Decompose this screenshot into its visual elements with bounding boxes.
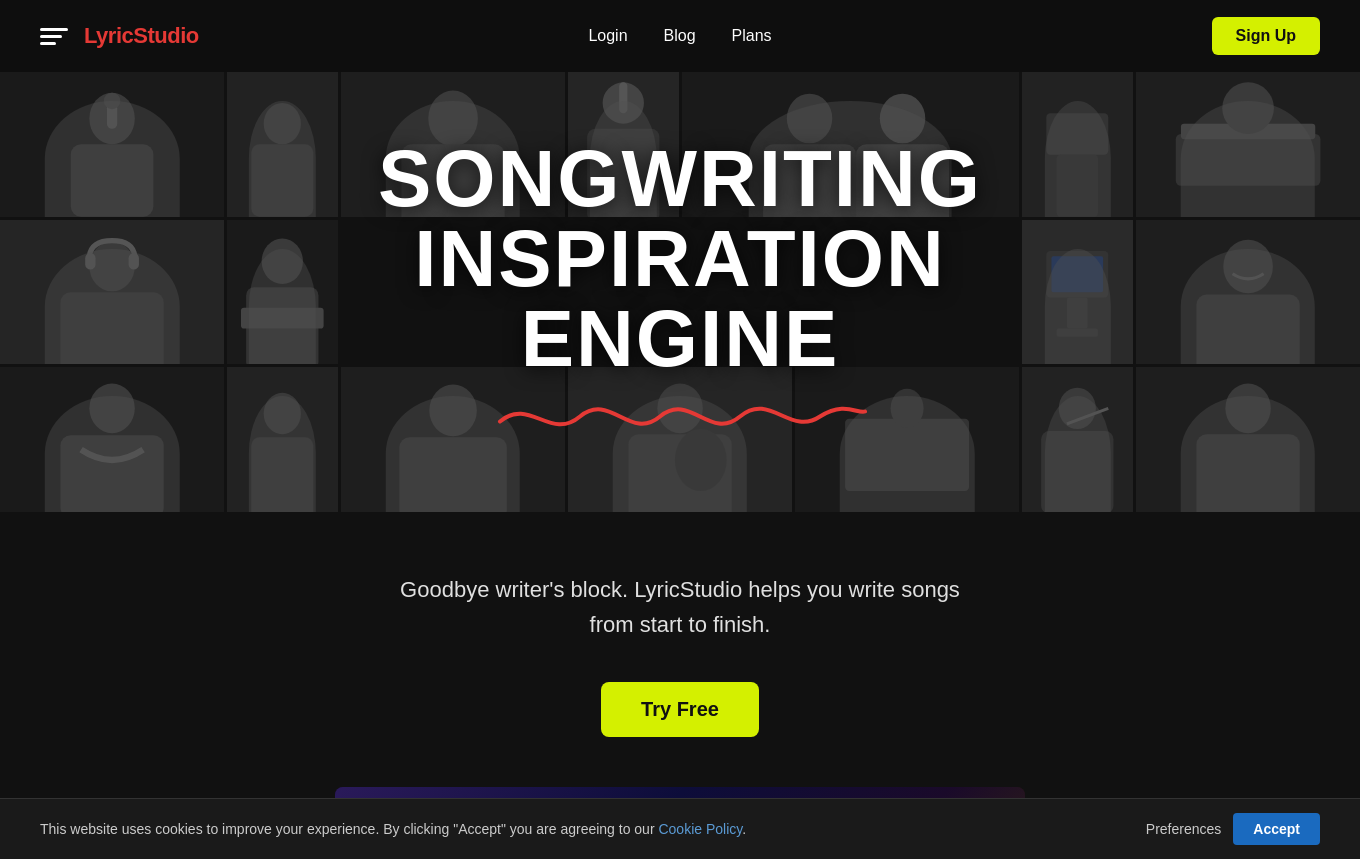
svg-rect-26: [241, 307, 324, 328]
photo-grid: [0, 72, 1360, 512]
svg-rect-12: [763, 144, 856, 216]
photo-cell: [0, 72, 224, 217]
cookie-policy-link[interactable]: Cookie Policy: [658, 821, 742, 837]
photo-cell: [0, 367, 224, 512]
svg-rect-23: [129, 253, 139, 270]
svg-point-48: [1225, 384, 1270, 434]
photo-cell-right1: [1022, 220, 1133, 365]
svg-rect-14: [856, 144, 949, 216]
navbar-brand: LyricStudio: [40, 23, 199, 49]
svg-point-44: [891, 389, 924, 428]
svg-rect-17: [1176, 134, 1321, 186]
photo-cell: [341, 367, 565, 512]
svg-rect-30: [1057, 328, 1098, 336]
photo-cell: [1022, 367, 1133, 512]
svg-rect-22: [85, 253, 95, 270]
svg-point-19: [1222, 82, 1274, 134]
svg-point-41: [675, 429, 727, 491]
svg-rect-42: [845, 419, 969, 491]
photo-cell: [0, 220, 224, 365]
svg-rect-1: [71, 144, 154, 216]
svg-point-33: [89, 384, 134, 434]
svg-point-24: [262, 238, 303, 283]
svg-rect-32: [1196, 294, 1299, 364]
svg-point-13: [879, 94, 924, 144]
navbar-right: Sign Up: [1212, 17, 1320, 55]
signup-button[interactable]: Sign Up: [1212, 17, 1320, 55]
svg-point-6: [428, 91, 478, 147]
svg-rect-21: [60, 292, 163, 364]
photo-cell: [568, 72, 679, 217]
svg-rect-16: [1057, 155, 1098, 217]
svg-rect-40: [628, 434, 731, 512]
photo-cell: [1136, 72, 1360, 217]
svg-point-31: [1223, 239, 1273, 293]
cookie-text: This website uses cookies to improve you…: [40, 821, 1106, 837]
svg-point-0: [89, 93, 134, 145]
svg-point-37: [429, 385, 477, 437]
svg-rect-2: [107, 103, 117, 129]
svg-point-39: [657, 384, 702, 434]
svg-rect-46: [1041, 431, 1113, 512]
photo-cell: [1022, 72, 1133, 217]
cookie-actions: Preferences Accept: [1146, 813, 1320, 845]
navbar: LyricStudio Login Blog Plans Sign Up: [0, 0, 1360, 72]
svg-line-47: [1067, 409, 1108, 425]
svg-rect-34: [60, 436, 163, 512]
svg-rect-28: [1052, 256, 1104, 292]
svg-rect-5: [251, 144, 313, 216]
login-link[interactable]: Login: [588, 27, 627, 45]
svg-rect-9: [587, 129, 659, 217]
svg-point-20: [89, 241, 134, 291]
svg-rect-29: [1067, 297, 1088, 328]
svg-rect-15: [1047, 113, 1109, 154]
photo-cell-right2: [1136, 220, 1360, 365]
svg-point-4: [264, 103, 301, 144]
photo-cell: [1136, 367, 1360, 512]
brand-name: LyricStudio: [84, 23, 199, 49]
hero-section: SONGWRITING INSPIRATION ENGINE: [0, 72, 1360, 512]
photo-cell: [341, 72, 565, 217]
svg-rect-36: [251, 438, 313, 512]
svg-rect-49: [1196, 434, 1299, 512]
plans-link[interactable]: Plans: [732, 27, 772, 45]
svg-rect-10: [619, 82, 627, 113]
main-nav: Login Blog Plans: [588, 27, 771, 45]
accept-button[interactable]: Accept: [1233, 813, 1320, 845]
svg-rect-18: [1181, 124, 1315, 139]
svg-point-3: [104, 93, 121, 110]
preferences-button[interactable]: Preferences: [1146, 821, 1221, 837]
subtitle-text: Goodbye writer's block. LyricStudio help…: [380, 572, 980, 642]
photo-cell: [227, 367, 338, 512]
photo-cell: [682, 72, 1020, 217]
svg-point-45: [1059, 388, 1096, 429]
blog-link[interactable]: Blog: [664, 27, 696, 45]
photo-cell: [227, 220, 338, 365]
svg-rect-25: [246, 287, 318, 365]
photo-cell: [568, 367, 792, 512]
svg-rect-38: [399, 438, 506, 512]
photo-cell: [227, 72, 338, 217]
photo-cell: [795, 367, 1019, 512]
try-free-button[interactable]: Try Free: [601, 682, 759, 737]
subtitle-section: Goodbye writer's block. LyricStudio help…: [0, 512, 1360, 787]
svg-point-35: [264, 393, 301, 434]
menu-icon[interactable]: [40, 28, 68, 45]
svg-point-11: [786, 94, 831, 144]
cookie-banner: This website uses cookies to improve you…: [0, 798, 1360, 859]
svg-rect-7: [401, 144, 504, 216]
